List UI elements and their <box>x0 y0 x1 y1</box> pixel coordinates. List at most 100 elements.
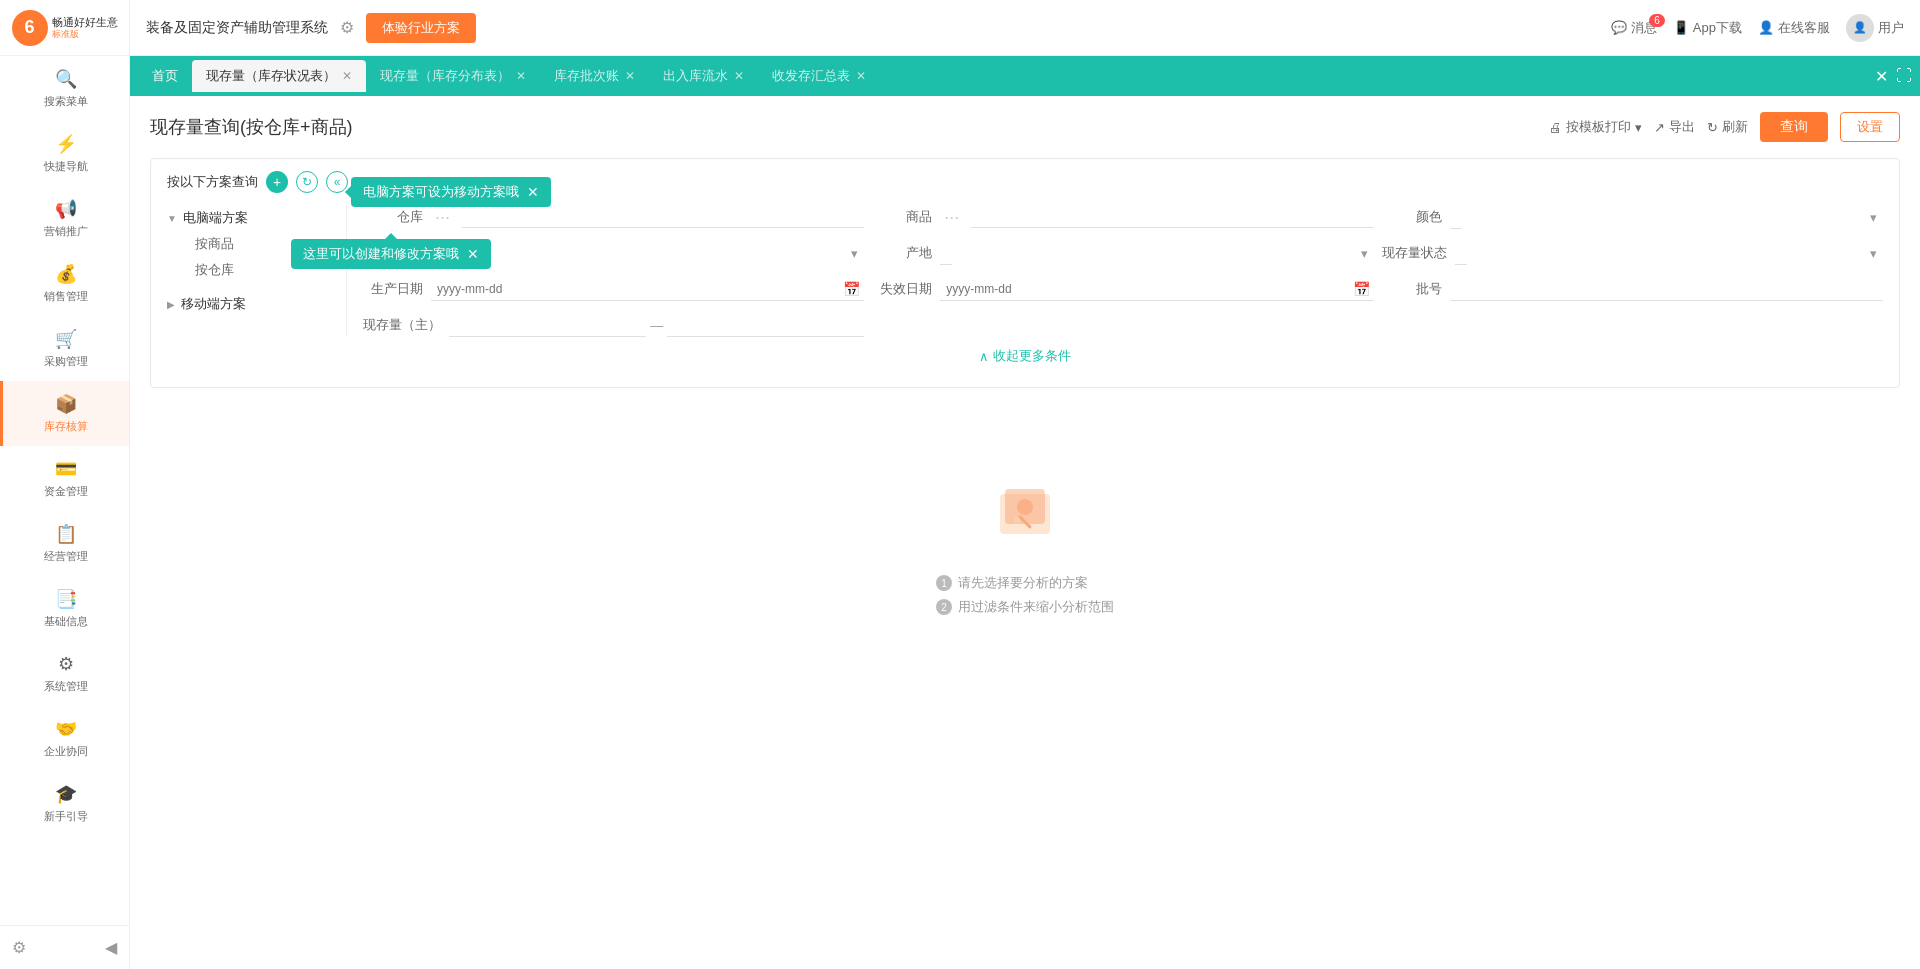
tab-inventory-dist[interactable]: 现存量（库存分布表） ✕ <box>366 60 540 92</box>
filter-goods-field: 商品 ··· <box>872 205 1373 229</box>
tab-close-inventory-status[interactable]: ✕ <box>342 69 352 83</box>
sidebar-item-sales[interactable]: 💰 销售管理 <box>0 251 129 316</box>
setting-button[interactable]: 设置 <box>1840 112 1900 142</box>
color-select[interactable] <box>1450 205 1462 229</box>
origin-select[interactable] <box>940 241 952 265</box>
user-avatar: 👤 <box>1846 14 1874 42</box>
print-dropdown-icon: ▾ <box>1635 120 1642 135</box>
sidebar-item-finance[interactable]: 💳 资金管理 <box>0 446 129 511</box>
mobile-group-arrow: ▶ <box>167 299 175 310</box>
management-icon: 📋 <box>55 523 77 545</box>
export-button[interactable]: ↗ 导出 <box>1654 118 1695 136</box>
data-placeholder: 1 请先选择要分析的方案 2 用过滤条件来缩小分析范围 <box>936 474 1114 622</box>
status-select-wrap <box>1455 241 1883 265</box>
sidebar-item-search[interactable]: 🔍 搜索菜单 <box>0 56 129 121</box>
filter-warehouse-field: 仓库 ··· <box>363 205 864 229</box>
filter-fields: 仓库 ··· 商品 ··· 颜色 <box>347 205 1883 337</box>
tab-close-all-icon[interactable]: ✕ <box>1875 67 1888 86</box>
scheme-group-pc-header[interactable]: ▼ 电脑端方案 <box>167 205 334 231</box>
online-support-item[interactable]: 👤 在线客服 <box>1758 19 1830 37</box>
print-button[interactable]: 🖨 按模板打印 ▾ <box>1549 118 1642 136</box>
trial-button[interactable]: 体验行业方案 <box>366 13 476 43</box>
app-download-item[interactable]: 📱 App下载 <box>1673 19 1742 37</box>
refresh-button[interactable]: ↻ 刷新 <box>1707 118 1748 136</box>
scheme-group-mobile-header[interactable]: ▶ 移动端方案 <box>167 291 334 317</box>
svg-point-4 <box>1014 517 1020 523</box>
tabs-right-actions: ✕ ⛶ <box>1875 67 1912 86</box>
goods-dots[interactable]: ··· <box>944 207 959 228</box>
sidebar-bottom: ⚙ ◀ <box>0 925 129 969</box>
filter-status-field: 现存量状态 <box>1382 241 1883 265</box>
filter-refresh-button[interactable]: ↻ <box>296 171 318 193</box>
tab-inventory-batch[interactable]: 库存批次账 ✕ <box>540 60 649 92</box>
sidebar-item-quicknav[interactable]: ⚡ 快捷导航 <box>0 121 129 186</box>
sidebar-item-basic[interactable]: 📑 基础信息 <box>0 576 129 641</box>
expire-date-wrap: 📅 <box>940 278 1373 301</box>
guide-icon: 🎓 <box>55 783 77 805</box>
refresh-icon: ↻ <box>1707 120 1718 135</box>
tab-close-inventory-dist[interactable]: ✕ <box>516 69 526 83</box>
tab-home[interactable]: 首页 <box>138 60 192 92</box>
message-icon: 💬 <box>1611 20 1627 35</box>
tab-close-inventory-batch[interactable]: ✕ <box>625 69 635 83</box>
sidebar-item-guide[interactable]: 🎓 新手引导 <box>0 771 129 836</box>
hint-1: 1 请先选择要分析的方案 <box>936 574 1114 592</box>
page-actions: 🖨 按模板打印 ▾ ↗ 导出 ↻ 刷新 查询 设置 <box>1549 112 1900 142</box>
pc-group-arrow: ▼ <box>167 213 177 224</box>
settings-bottom-icon[interactable]: ⚙ <box>12 938 26 957</box>
filter-expire-date-field: 失效日期 📅 <box>872 277 1373 301</box>
expire-date-calendar-icon[interactable]: 📅 <box>1353 281 1370 297</box>
filter-quantity-field: 现存量（主） — <box>363 313 864 337</box>
tab-maximize-icon[interactable]: ⛶ <box>1896 67 1912 85</box>
sidebar-item-marketing[interactable]: 📢 营销推广 <box>0 186 129 251</box>
query-button[interactable]: 查询 <box>1760 112 1828 142</box>
sidebar-item-system[interactable]: ⚙ 系统管理 <box>0 641 129 706</box>
filter-batch-field: 批号 <box>1382 277 1883 301</box>
message-item[interactable]: 💬 消息 6 <box>1611 19 1657 37</box>
sidebar-item-management[interactable]: 📋 经营管理 <box>0 511 129 576</box>
quantity-to-input[interactable] <box>667 313 864 337</box>
logo-area: 6 畅通好好生意 标准版 <box>0 0 129 56</box>
basic-icon: 📑 <box>55 588 77 610</box>
expire-date-input[interactable] <box>940 278 1373 301</box>
tab-inventory-status[interactable]: 现存量（库存状况表） ✕ <box>192 60 366 92</box>
main-content: 现存量查询(按仓库+商品) 🖨 按模板打印 ▾ ↗ 导出 ↻ 刷新 查询 设置 <box>130 96 1920 969</box>
batch-input[interactable] <box>1450 277 1883 301</box>
produce-date-input[interactable] <box>431 278 864 301</box>
tab-inventory-flow[interactable]: 出入库流水 ✕ <box>649 60 758 92</box>
sidebar-item-inventory[interactable]: 📦 库存核算 <box>0 381 129 446</box>
user-item[interactable]: 👤 用户 <box>1846 14 1904 42</box>
logo-icon: 6 <box>12 10 48 46</box>
logo-text: 畅通好好生意 标准版 <box>52 15 118 41</box>
filter-row-4: 现存量（主） — <box>363 313 1883 337</box>
status-select[interactable] <box>1455 241 1467 265</box>
color-select-wrap <box>1450 205 1883 229</box>
filter-row-1: 仓库 ··· 商品 ··· 颜色 <box>363 205 1883 229</box>
filter-origin-field: 产地 <box>872 241 1373 265</box>
filter-add-button[interactable]: + <box>266 171 288 193</box>
collapse-sidebar-icon[interactable]: ◀ <box>105 938 117 957</box>
warehouse-dots[interactable]: ··· <box>435 207 450 228</box>
collapse-bar[interactable]: ∧ 收起更多条件 <box>167 337 1883 375</box>
edit-tooltip-close[interactable]: ✕ <box>467 246 479 262</box>
scheme-tooltip-close[interactable]: ✕ <box>527 184 539 200</box>
filter-row-2: 尺码 产地 现存量状态 <box>363 241 1883 265</box>
finance-icon: 💳 <box>55 458 77 480</box>
sidebar: 6 畅通好好生意 标准版 🔍 搜索菜单 ⚡ 快捷导航 📢 营销推广 💰 销售管理… <box>0 0 130 969</box>
marketing-icon: 📢 <box>55 198 77 220</box>
export-icon: ↗ <box>1654 120 1665 135</box>
tab-close-inventory-flow[interactable]: ✕ <box>734 69 744 83</box>
sidebar-item-enterprise[interactable]: 🤝 企业协同 <box>0 706 129 771</box>
header: 装备及固定资产辅助管理系统 ⚙ 体验行业方案 💬 消息 6 📱 App下载 👤 … <box>130 0 1920 56</box>
produce-date-calendar-icon[interactable]: 📅 <box>843 281 860 297</box>
quantity-from-input[interactable] <box>449 313 646 337</box>
data-illustration <box>985 474 1065 554</box>
notification-badge: 6 <box>1649 14 1665 27</box>
tab-inventory-summary[interactable]: 收发存汇总表 ✕ <box>758 60 880 92</box>
tab-close-inventory-summary[interactable]: ✕ <box>856 69 866 83</box>
header-settings-icon[interactable]: ⚙ <box>340 18 354 37</box>
search-menu-icon: 🔍 <box>55 68 77 90</box>
print-icon: 🖨 <box>1549 120 1562 135</box>
inventory-icon: 📦 <box>55 393 77 415</box>
sidebar-item-purchase[interactable]: 🛒 采购管理 <box>0 316 129 381</box>
